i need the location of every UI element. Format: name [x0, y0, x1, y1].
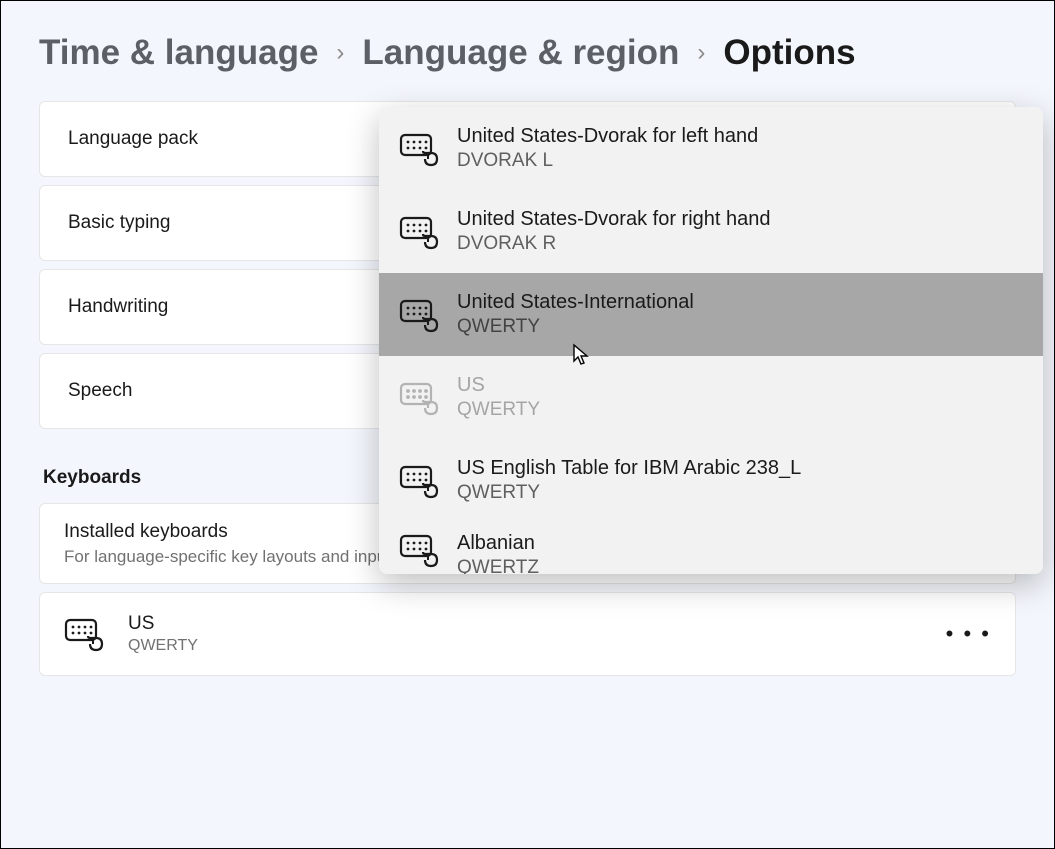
- chevron-right-icon: ›: [697, 39, 705, 67]
- keyboard-name: US: [128, 613, 198, 635]
- basic-typing-label: Basic typing: [68, 212, 170, 234]
- dropdown-item-name: United States-Dvorak for right hand: [457, 208, 771, 231]
- dropdown-item-name: Albanian: [457, 532, 539, 555]
- more-options-button[interactable]: • • •: [946, 621, 991, 647]
- dropdown-item-ibm-arabic[interactable]: US English Table for IBM Arabic 238_L QW…: [379, 439, 1043, 522]
- keyboard-icon: [64, 616, 104, 652]
- keyboard-icon: [399, 380, 439, 416]
- dropdown-item-layout: DVORAK R: [457, 233, 771, 255]
- breadcrumb-time-language[interactable]: Time & language: [39, 33, 318, 73]
- dropdown-item-layout: QWERTZ: [457, 557, 539, 574]
- dropdown-item-dvorak-right[interactable]: United States-Dvorak for right hand DVOR…: [379, 190, 1043, 273]
- breadcrumb: Time & language › Language & region › Op…: [1, 1, 1054, 101]
- keyboard-icon: [399, 463, 439, 499]
- dropdown-item-dvorak-left[interactable]: United States-Dvorak for left hand DVORA…: [379, 107, 1043, 190]
- installed-keyboard-row[interactable]: US QWERTY • • •: [39, 592, 1016, 676]
- keyboard-icon: [399, 297, 439, 333]
- keyboard-icon: [399, 532, 439, 568]
- dropdown-item-albanian[interactable]: Albanian QWERTZ: [379, 522, 1043, 574]
- breadcrumb-language-region[interactable]: Language & region: [362, 33, 679, 73]
- dropdown-item-us-intl[interactable]: United States-International QWERTY: [379, 273, 1043, 356]
- dropdown-item-layout: DVORAK L: [457, 150, 758, 172]
- dropdown-item-name: United States-Dvorak for left hand: [457, 125, 758, 148]
- dropdown-item-layout: QWERTY: [457, 316, 694, 338]
- dropdown-item-name: United States-International: [457, 291, 694, 314]
- handwriting-label: Handwriting: [68, 296, 168, 318]
- dropdown-item-us: US QWERTY: [379, 356, 1043, 439]
- add-keyboard-dropdown: United States-Dvorak for left hand DVORA…: [379, 107, 1043, 574]
- dropdown-item-name: US: [457, 374, 540, 397]
- dropdown-item-layout: QWERTY: [457, 482, 801, 504]
- keyboard-icon: [399, 131, 439, 167]
- speech-label: Speech: [68, 380, 132, 402]
- language-pack-label: Language pack: [68, 128, 198, 150]
- keyboard-layout: QWERTY: [128, 637, 198, 655]
- dropdown-item-name: US English Table for IBM Arabic 238_L: [457, 457, 801, 480]
- keyboard-icon: [399, 214, 439, 250]
- chevron-right-icon: ›: [336, 39, 344, 67]
- breadcrumb-options: Options: [723, 33, 855, 73]
- dropdown-item-layout: QWERTY: [457, 399, 540, 421]
